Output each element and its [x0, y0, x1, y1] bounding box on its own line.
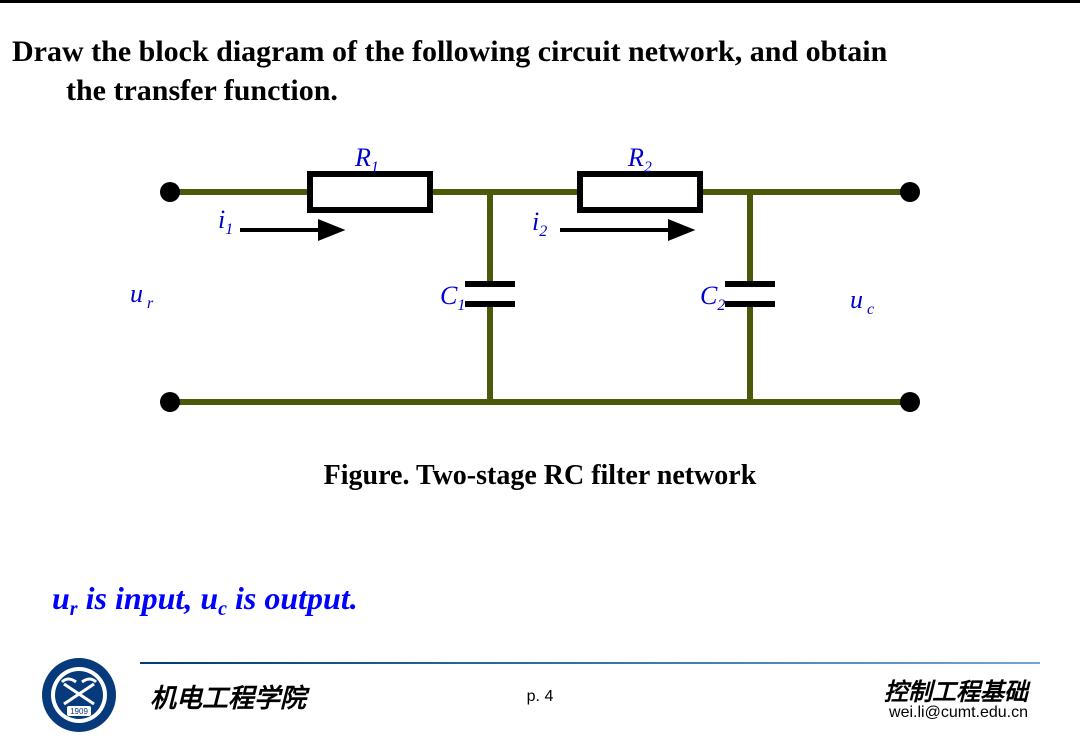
current-arrow-i2 — [560, 222, 690, 238]
io-mid2: is output. — [227, 580, 358, 616]
label-ur: ur — [130, 279, 154, 312]
contact-email: wei.li@cumt.edu.cn — [889, 704, 1028, 722]
var-ur: u — [52, 580, 70, 616]
current-arrow-i1 — [240, 222, 340, 238]
slide-page: Draw the block diagram of the following … — [0, 0, 1080, 742]
course-name: 控制工程基础 — [884, 672, 1028, 707]
label-r2: R2 — [627, 143, 652, 176]
label-c1: C1 — [440, 281, 465, 314]
label-c2: C2 — [700, 281, 725, 314]
var-uc: u — [200, 580, 218, 616]
question-text: Draw the block diagram of the following … — [12, 32, 1068, 110]
label-i2: i2 — [532, 207, 547, 240]
sub-r: r — [70, 598, 78, 620]
svg-text:1909: 1909 — [70, 707, 88, 716]
resistor-r1 — [310, 174, 430, 210]
label-i1: i1 — [218, 205, 233, 238]
label-r1: R1 — [354, 143, 379, 176]
io-statement: ur is input, uc is output. — [52, 580, 358, 617]
label-uc: uc — [850, 285, 874, 318]
content-area: Draw the block diagram of the following … — [12, 32, 1068, 110]
circuit-diagram: R1 R2 i1 i2 C1 C2 ur uc — [140, 152, 940, 432]
footer-divider — [140, 662, 1040, 664]
question-line2: the transfer function. — [12, 71, 1068, 110]
top-border — [0, 0, 1080, 3]
sub-c: c — [218, 598, 227, 620]
resistor-r2 — [580, 174, 700, 210]
question-line1: Draw the block diagram of the following … — [12, 35, 887, 68]
footer: 1909 机电工程学院 p. 4 控制工程基础 wei.li@cumt.edu.… — [0, 662, 1080, 742]
io-mid1: is input, — [78, 580, 201, 616]
figure-caption: Figure. Two-stage RC filter network — [0, 460, 1080, 492]
